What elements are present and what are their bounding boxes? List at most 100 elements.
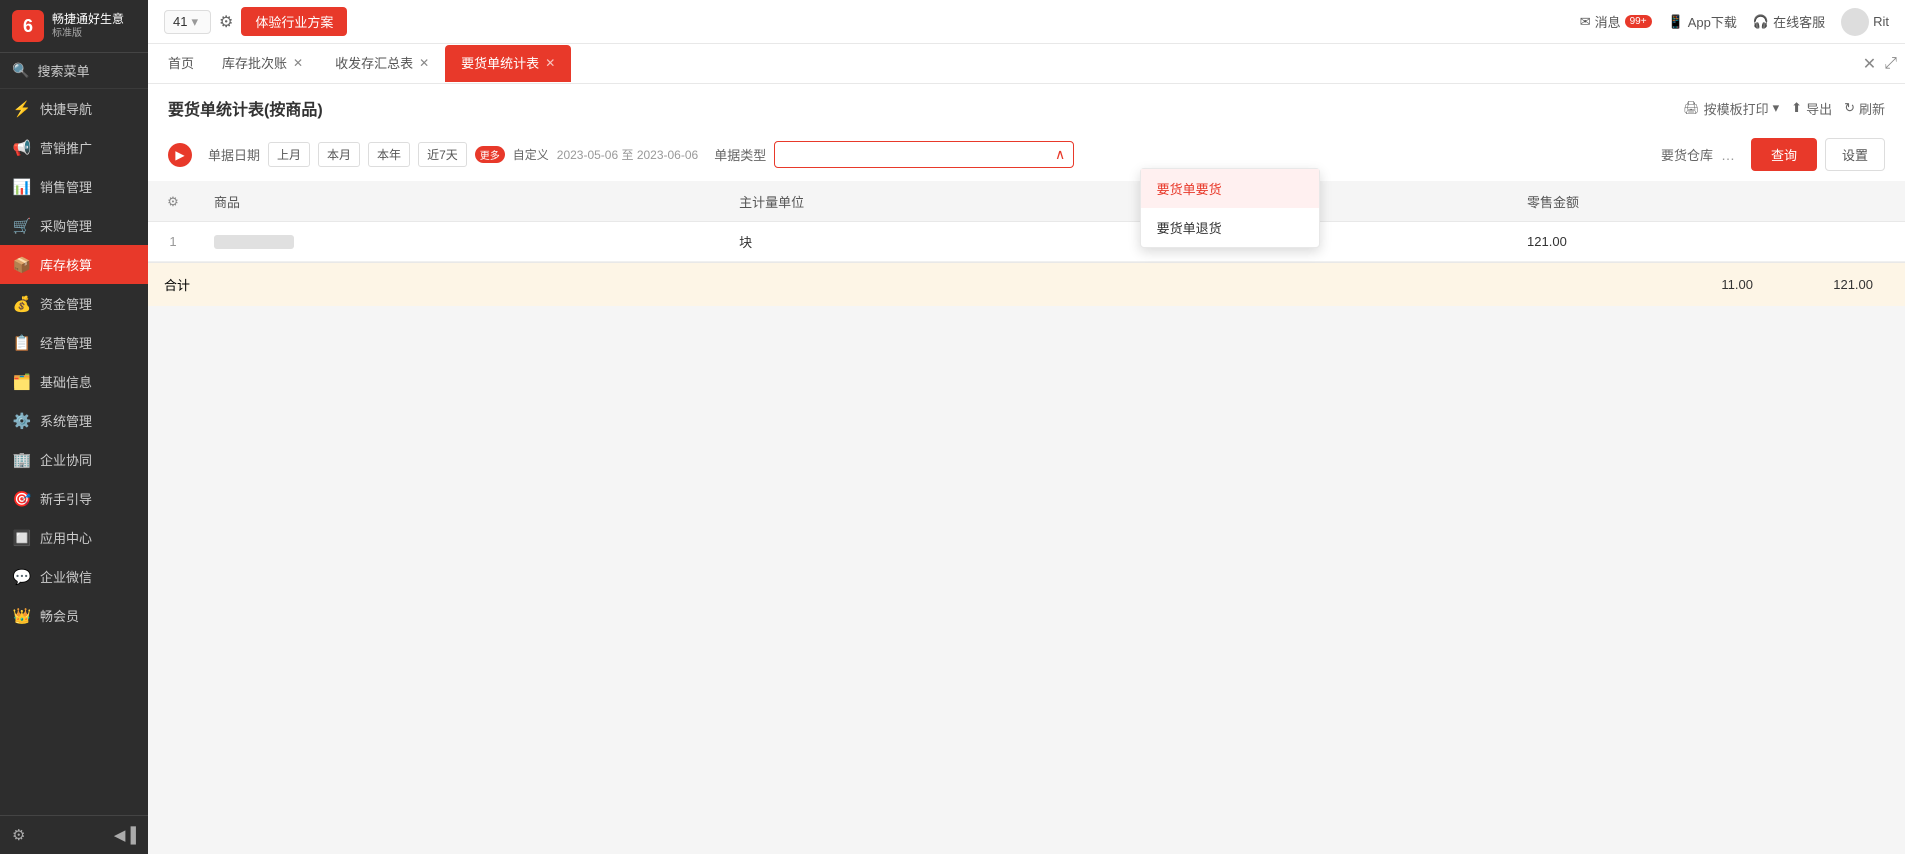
topbar-left: 41 ▾ ⚙ 体验行业方案 — [164, 7, 347, 36]
table-header-row: ⚙ 商品 主计量单位 主数量 零售金额 — [148, 182, 1905, 222]
guide-icon: 🎯 — [12, 490, 32, 508]
tab-inventory-batch[interactable]: 库存批次账 ✕ — [206, 45, 319, 82]
type-input[interactable] — [783, 147, 1055, 162]
sidebar-item-base-info[interactable]: 🗂️ 基础信息 — [0, 362, 148, 401]
chevron-down-icon: ▾ — [191, 14, 198, 30]
row-amount: 121.00 — [1511, 222, 1905, 262]
column-settings-icon[interactable]: ⚙ — [167, 194, 179, 209]
th-settings[interactable]: ⚙ — [148, 182, 198, 222]
date-more-badge[interactable]: 更多 — [475, 146, 505, 163]
data-table: ⚙ 商品 主计量单位 主数量 零售金额 1 块 11.00 121.00 — [148, 182, 1905, 262]
date-btn-last-month[interactable]: 上月 — [268, 142, 310, 167]
inventory-icon: 📦 — [12, 256, 32, 274]
query-button[interactable]: 查询 — [1751, 138, 1817, 171]
type-input-wrap[interactable]: ∧ — [774, 141, 1074, 168]
topbar-gear-icon[interactable]: ⚙ — [219, 12, 233, 32]
footer-amount: 121.00 — [1769, 277, 1889, 292]
th-unit: 主计量单位 — [723, 182, 1178, 222]
page-content: 要货单统计表(按商品) 🖨 按模板打印 ▾ ⬆ 导出 ↻ 刷新 ▶ — [148, 84, 1905, 854]
warehouse-more-icon[interactable]: … — [1721, 147, 1735, 163]
table-wrap: ⚙ 商品 主计量单位 主数量 零售金额 1 块 11.00 121.00 — [148, 182, 1905, 306]
sidebar-item-purchase[interactable]: 🛒 采购管理 — [0, 206, 148, 245]
type-clear-icon[interactable]: ∧ — [1055, 146, 1065, 163]
table-body: 1 块 11.00 121.00 — [148, 222, 1905, 262]
tab-home[interactable]: 首页 — [156, 45, 206, 82]
sidebar-item-system[interactable]: ⚙️ 系统管理 — [0, 401, 148, 440]
app-logo: 6 — [12, 10, 44, 42]
online-service-btn[interactable]: 🎧 在线客服 — [1753, 12, 1825, 31]
date-btn-7days[interactable]: 近7天 — [418, 142, 467, 167]
sales-icon: 📊 — [12, 178, 32, 196]
sidebar-item-inventory[interactable]: 📦 库存核算 — [0, 245, 148, 284]
filter-bar: ▶ 单据日期 上月 本月 本年 近7天 更多 自定义 2023-05-06 至 … — [148, 128, 1905, 181]
print-btn[interactable]: 🖨 按模板打印 ▾ — [1683, 99, 1779, 118]
settings-footer-icon[interactable]: ⚙ — [12, 826, 25, 844]
table-row: 1 块 11.00 121.00 — [148, 222, 1905, 262]
sidebar-item-marketing[interactable]: 📢 营销推广 — [0, 128, 148, 167]
type-dropdown: 要货单要货 要货单退货 — [1140, 168, 1320, 248]
appstore-icon: 🔲 — [12, 529, 32, 547]
export-btn[interactable]: ⬆ 导出 — [1791, 99, 1832, 118]
phone-icon: 📱 — [1668, 14, 1684, 30]
topbar: 41 ▾ ⚙ 体验行业方案 ✉ 消息 99+ 📱 App下载 🎧 在线客服 R — [148, 0, 1905, 44]
date-btn-this-month[interactable]: 本月 — [318, 142, 360, 167]
enterprise-icon: 🏢 — [12, 451, 32, 469]
sidebar-item-sales[interactable]: 📊 销售管理 — [0, 167, 148, 206]
settings-button[interactable]: 设置 — [1825, 138, 1885, 171]
goods-blurred — [214, 235, 294, 249]
user-profile[interactable]: Rit — [1841, 8, 1889, 36]
collapse-icon[interactable]: ◀▐ — [114, 826, 136, 844]
user-avatar — [1841, 8, 1869, 36]
page-title: 要货单统计表(按商品) — [168, 96, 323, 120]
messages-btn[interactable]: ✉ 消息 99+ — [1580, 12, 1652, 31]
tabs-bar: 首页 库存批次账 ✕ 收发存汇总表 ✕ 要货单统计表 ✕ ✕ ⤢ — [148, 44, 1905, 84]
wechat-icon: 💬 — [12, 568, 32, 586]
tab-close-order-summary[interactable]: ✕ — [545, 56, 555, 70]
window-maximize-icon[interactable]: ⤢ — [1884, 55, 1897, 73]
table-footer: 合计 11.00 121.00 — [148, 262, 1905, 306]
footer-qty: 11.00 — [1649, 277, 1769, 292]
member-icon: 👑 — [12, 607, 32, 625]
app-title: 畅捷通好生意 标准版 — [52, 12, 124, 41]
company-select[interactable]: 41 ▾ — [164, 10, 211, 34]
finance-icon: 💰 — [12, 295, 32, 313]
headset-icon: 🎧 — [1753, 14, 1769, 30]
operations-icon: 📋 — [12, 334, 32, 352]
sidebar-search[interactable]: 🔍 搜索菜单 — [0, 53, 148, 89]
sidebar-item-operations[interactable]: 📋 经营管理 — [0, 323, 148, 362]
sidebar-item-member[interactable]: 👑 畅会员 — [0, 596, 148, 635]
tab-receive-summary[interactable]: 收发存汇总表 ✕ — [319, 45, 445, 82]
row-goods — [198, 222, 723, 262]
dropdown-item-order-goods[interactable]: 要货单要货 — [1141, 169, 1319, 208]
base-info-icon: 🗂️ — [12, 373, 32, 391]
th-goods: 商品 — [198, 182, 723, 222]
tab-close-inventory-batch[interactable]: ✕ — [293, 56, 303, 70]
refresh-icon: ↻ — [1844, 100, 1855, 116]
tab-order-summary[interactable]: 要货单统计表 ✕ — [445, 45, 571, 82]
date-custom-btn[interactable]: 自定义 — [513, 146, 549, 163]
sidebar-nav: ⚡ 快捷导航 📢 营销推广 📊 销售管理 🛒 采购管理 📦 库存核算 💰 资金管… — [0, 89, 148, 815]
tab-close-receive-summary[interactable]: ✕ — [419, 56, 429, 70]
refresh-btn[interactable]: ↻ 刷新 — [1844, 99, 1885, 118]
trial-btn[interactable]: 体验行业方案 — [241, 7, 347, 36]
tabs-bar-right: ✕ ⤢ — [1863, 54, 1897, 74]
sidebar-item-appstore[interactable]: 🔲 应用中心 — [0, 518, 148, 557]
window-close-icon[interactable]: ✕ — [1863, 54, 1876, 74]
sidebar-item-enterprise[interactable]: 🏢 企业协同 — [0, 440, 148, 479]
row-unit: 块 — [723, 222, 1178, 262]
sidebar-item-wechat[interactable]: 💬 企业微信 — [0, 557, 148, 596]
sidebar-item-quick-nav[interactable]: ⚡ 快捷导航 — [0, 89, 148, 128]
app-download-btn[interactable]: 📱 App下载 — [1668, 12, 1737, 31]
export-icon: ⬆ — [1791, 100, 1802, 116]
sidebar-item-guide[interactable]: 🎯 新手引导 — [0, 479, 148, 518]
filter-actions: 查询 设置 — [1751, 138, 1885, 171]
sidebar-header: 6 畅捷通好生意 标准版 — [0, 0, 148, 53]
marketing-icon: 📢 — [12, 139, 32, 157]
date-btn-this-year[interactable]: 本年 — [368, 142, 410, 167]
message-icon: ✉ — [1580, 14, 1591, 30]
filter-toggle-btn[interactable]: ▶ — [168, 143, 192, 167]
dropdown-item-order-return[interactable]: 要货单退货 — [1141, 208, 1319, 247]
sidebar-item-finance[interactable]: 💰 资金管理 — [0, 284, 148, 323]
th-amount: 零售金额 — [1511, 182, 1905, 222]
page-header-actions: 🖨 按模板打印 ▾ ⬆ 导出 ↻ 刷新 — [1683, 99, 1885, 118]
